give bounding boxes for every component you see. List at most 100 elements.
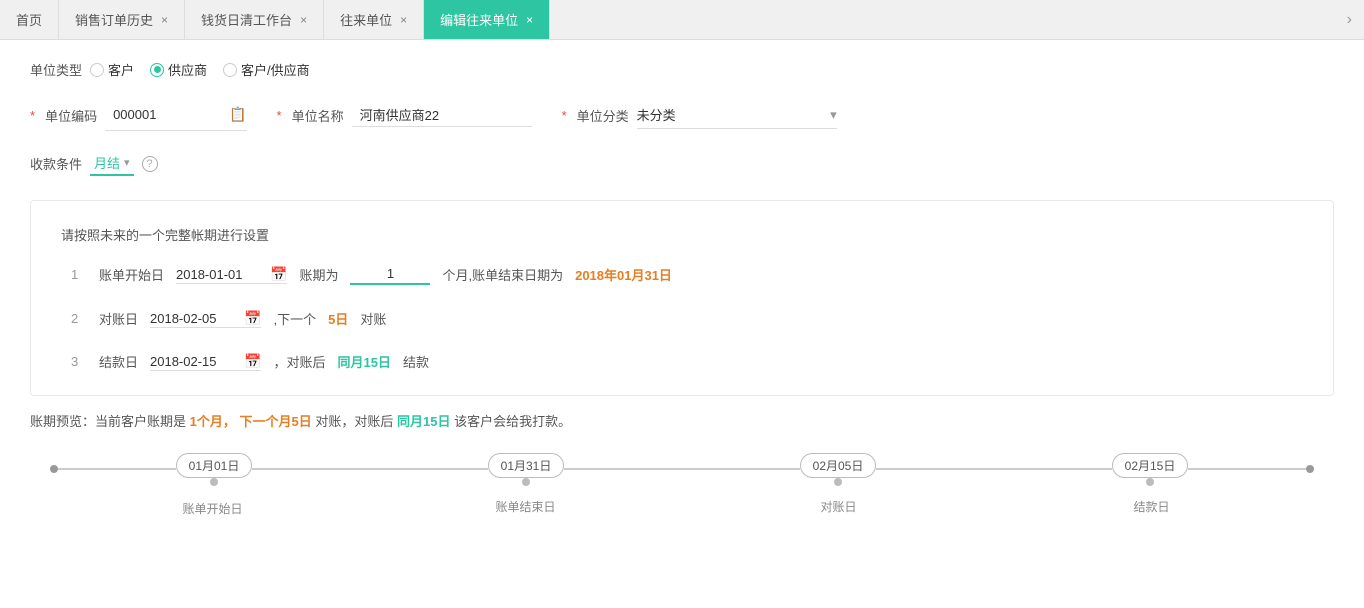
period-row-2: 2 对账日 📅 ,下一个 5日 对账	[61, 309, 1303, 328]
period-row-1: 1 账单开始日 📅 账期为 个月,账单结束日期为 2018年01月31日	[61, 264, 1303, 285]
period-prefix-2: ,下一个	[273, 309, 316, 328]
tab-edit-partner[interactable]: 编辑往来单位 ×	[424, 0, 550, 39]
period-date-input-1[interactable]	[176, 267, 266, 282]
timeline-node-2: 01月31日	[488, 453, 565, 486]
period-prefix-3: ，对账后	[273, 352, 325, 371]
main-content: 单位类型 客户 供应商 客户/供应商 * 单位编码	[0, 40, 1364, 608]
timeline-end-node	[1306, 465, 1314, 473]
tab-sales-history-label: 销售订单历史	[75, 10, 153, 29]
period-hint: 请按照未来的一个完整帐期进行设置	[61, 225, 1303, 244]
preview-prefix: 账期预览：当前客户账期是	[30, 414, 186, 429]
timeline-end-dot	[1306, 465, 1314, 473]
timeline-line-3	[564, 468, 799, 470]
timeline-badge-3: 02月05日	[800, 453, 877, 478]
unit-type-radio-group: 客户 供应商 客户/供应商	[90, 60, 310, 79]
period-date-2: 📅	[150, 310, 261, 328]
calendar-icon-2[interactable]: 📅	[244, 310, 261, 327]
timeline-dot-1	[210, 478, 218, 486]
tab-sales-history[interactable]: 销售订单历史 ×	[59, 0, 185, 39]
unit-type-row: 单位类型 客户 供应商 客户/供应商	[30, 60, 1334, 79]
unit-code-input[interactable]	[105, 103, 225, 126]
tab-cash-work-close[interactable]: ×	[300, 13, 307, 27]
unit-category-value: 未分类	[637, 105, 826, 124]
tab-partner-units-close[interactable]: ×	[400, 13, 407, 27]
preview-month: 1个月，	[190, 414, 236, 429]
tab-sales-history-close[interactable]: ×	[161, 13, 168, 27]
timeline-start-node	[50, 465, 58, 473]
unit-code-label: 单位编码	[45, 106, 97, 125]
radio-customer-circle	[90, 63, 104, 77]
period-suffix-before-1: 账期为	[299, 265, 338, 284]
timeline-label-3: 对账日	[820, 498, 856, 515]
radio-both[interactable]: 客户/供应商	[223, 60, 310, 79]
preview-payment: 同月15日	[397, 414, 450, 429]
timeline-node-3: 02月05日	[800, 453, 877, 486]
preview-middle: 对账，对账后	[315, 414, 393, 429]
tab-bar: 首页 销售订单历史 × 钱货日清工作台 × 往来单位 × 编辑往来单位 × ›	[0, 0, 1364, 40]
period-months-input[interactable]	[350, 264, 430, 285]
unit-info-row: * 单位编码 📋 * 单位名称 * 单位分类 未分类 ▾	[30, 99, 1334, 131]
period-settings-box: 请按照未来的一个完整帐期进行设置 1 账单开始日 📅 账期为 个月,账单结束日期…	[30, 200, 1334, 396]
timeline-badge-1: 01月01日	[176, 453, 253, 478]
period-suffix-3: 结款	[403, 352, 429, 371]
preview-reconcile: 下一个月5日	[240, 414, 312, 429]
payment-condition-select[interactable]: 月结 ▾	[90, 151, 134, 176]
period-row-3: 3 结款日 📅 ，对账后 同月15日 结款	[61, 352, 1303, 371]
tab-cash-work-label: 钱货日清工作台	[201, 10, 292, 29]
radio-customer-label: 客户	[108, 60, 134, 79]
unit-code-copy-icon[interactable]: 📋	[229, 106, 246, 123]
timeline-node-4: 02月15日	[1112, 453, 1189, 486]
period-num-2: 2	[71, 311, 87, 326]
timeline-label-4: 结款日	[1133, 498, 1169, 515]
radio-customer[interactable]: 客户	[90, 60, 134, 79]
period-suffix-2: 对账	[360, 309, 386, 328]
tab-home[interactable]: 首页	[0, 0, 59, 39]
tab-edit-partner-close[interactable]: ×	[526, 13, 533, 27]
preview-text: 账期预览：当前客户账期是 1个月， 下一个月5日 对账，对账后 同月15日 该客…	[30, 412, 1334, 433]
timeline-labels-row: 账单开始日 账单结束日 对账日 结款日	[50, 490, 1314, 517]
calendar-icon-3[interactable]: 📅	[244, 353, 261, 370]
tab-expand-btn[interactable]: ›	[1335, 0, 1364, 39]
period-num-3: 3	[71, 354, 87, 369]
timeline-label-2: 账单结束日	[495, 498, 555, 515]
tab-partner-units[interactable]: 往来单位 ×	[324, 0, 424, 39]
timeline-section: 01月01日 01月31日 02月05日 02月15日	[30, 453, 1334, 517]
unit-category-label: 单位分类	[577, 106, 629, 125]
period-date-1: 📅	[176, 266, 287, 284]
timeline-start-dot	[50, 465, 58, 473]
timeline-line-4	[876, 468, 1111, 470]
calendar-icon-1[interactable]: 📅	[270, 266, 287, 283]
timeline-label-1: 账单开始日	[182, 500, 242, 517]
payment-condition-value: 月结	[94, 153, 120, 172]
unit-name-star: *	[277, 108, 282, 123]
period-date-input-3[interactable]	[150, 354, 240, 369]
preview-suffix: 该客户会给我打款。	[454, 414, 571, 429]
tab-cash-work[interactable]: 钱货日清工作台 ×	[185, 0, 324, 39]
unit-category-star: *	[562, 108, 567, 123]
unit-category-select[interactable]: 未分类 ▾	[637, 101, 837, 129]
unit-type-group: 单位类型 客户 供应商 客户/供应商	[30, 60, 310, 79]
period-suffix-after-1: 个月,账单结束日期为	[442, 265, 563, 284]
period-label-2: 对账日	[99, 309, 138, 328]
timeline-badge-2: 01月31日	[488, 453, 565, 478]
payment-condition-row: 收款条件 月结 ▾ ?	[30, 151, 1334, 176]
radio-supplier[interactable]: 供应商	[150, 60, 207, 79]
radio-both-label: 客户/供应商	[241, 60, 310, 79]
period-end-date-1: 2018年01月31日	[575, 265, 672, 284]
timeline-badge-4: 02月15日	[1112, 453, 1189, 478]
tab-edit-partner-label: 编辑往来单位	[440, 10, 518, 29]
unit-category-chevron-icon: ▾	[830, 107, 837, 123]
unit-name-group: * 单位名称	[277, 103, 532, 127]
payment-help-icon[interactable]: ?	[142, 156, 158, 172]
unit-code-group: * 单位编码 📋	[30, 99, 247, 131]
tab-home-label: 首页	[16, 10, 42, 29]
timeline-dot-2	[522, 478, 530, 486]
unit-name-input[interactable]	[352, 103, 532, 127]
unit-name-label: 单位名称	[292, 106, 344, 125]
timeline-node-1: 01月01日	[176, 453, 253, 486]
payment-condition-chevron-icon: ▾	[124, 156, 130, 169]
radio-supplier-label: 供应商	[168, 60, 207, 79]
radio-supplier-circle	[150, 63, 164, 77]
period-date-input-2[interactable]	[150, 311, 240, 326]
period-highlight-3: 同月15日	[337, 352, 390, 371]
